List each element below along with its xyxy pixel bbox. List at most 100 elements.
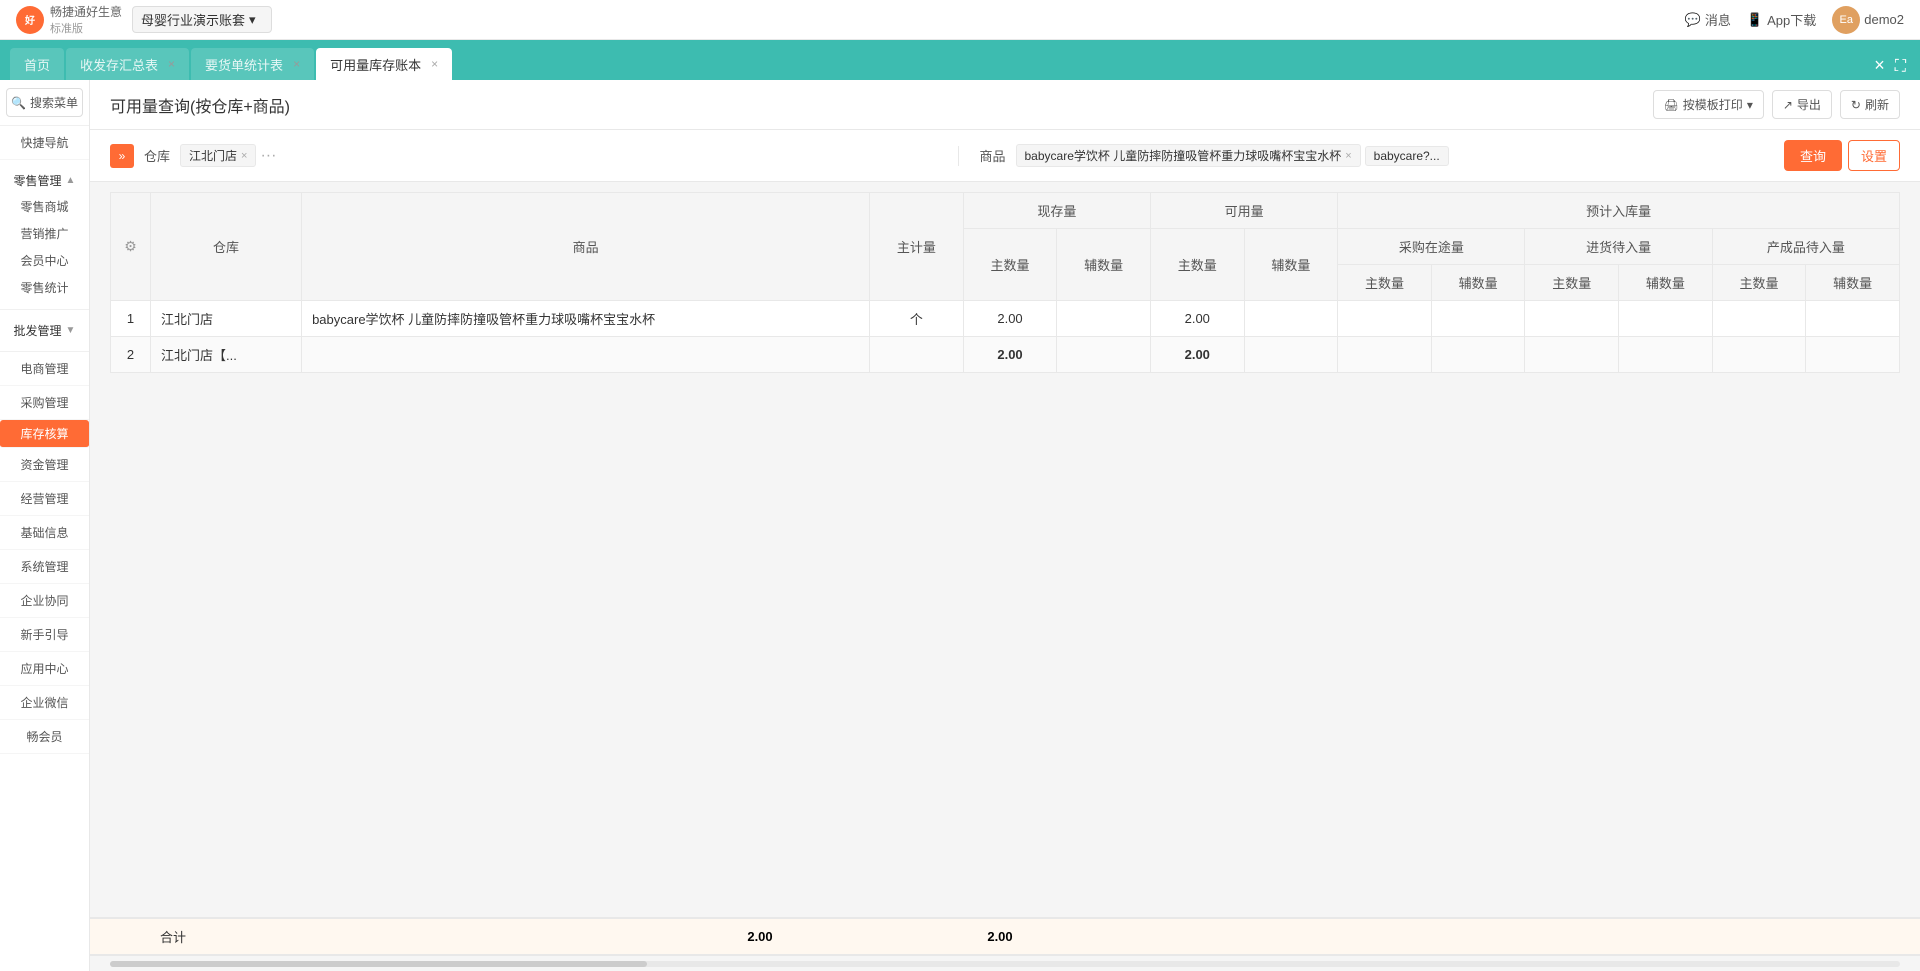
product-tag-1-remove[interactable]: × [1345,150,1351,162]
close-all-tabs-btn[interactable]: × [1870,51,1889,80]
avatar-initial: Ea [1840,14,1853,26]
row-2-index: 2 [111,337,151,373]
tab-available-inventory-close[interactable]: × [431,57,438,71]
app-download-label: App下载 [1767,10,1816,29]
row-1-index: 1 [111,301,151,337]
fullscreen-btn[interactable]: ⛶ [1891,54,1910,80]
message-btn[interactable]: 💬 消息 [1685,10,1731,29]
wholesale-label: 批发管理 [14,322,62,339]
dropdown-arrow: ▾ [249,12,256,28]
tab-order-stats-close[interactable]: × [293,57,300,71]
th-pending-main-qty: 主数量 [1525,265,1619,301]
sidebar-item-new-guide[interactable]: 新手引导 [0,618,89,652]
sidebar-item-operations[interactable]: 经营管理 [0,482,89,516]
filter-divider [958,146,959,166]
content-area: 可用量查询(按仓库+商品) 🖨 按模板打印 ▾ ↗ 导出 ↻ 刷新 » [90,80,1920,971]
print-template-btn[interactable]: 🖨 按模板打印 ▾ [1653,90,1764,119]
row-1-production-aux [1806,301,1900,337]
row-1-product: babycare学饮杯 儿童防摔防撞吸管杯重力球吸嘴杯宝宝水杯 [302,301,870,337]
column-settings-icon[interactable]: ⚙ [124,238,137,254]
product-tag-2[interactable]: babycare?... [1365,146,1449,166]
top-bar-left: 好 畅捷通好生意 标准版 母婴行业演示账套 ▾ [16,3,272,36]
sidebar-item-inventory[interactable]: 库存核算 [0,420,89,448]
table-container: ⚙ 仓库 商品 主计量 现存量 [90,182,1920,917]
sidebar-item-ecommerce[interactable]: 电商管理 [0,352,89,386]
retail-management-title[interactable]: 零售管理 ▲ [6,168,83,193]
sidebar-item-marketing[interactable]: 营销推广 [6,220,83,247]
filter-settings-btn[interactable]: 设置 [1848,140,1900,171]
th-purchase-transit-group: 采购在途量 [1338,229,1525,265]
app-download-btn[interactable]: 📱 App下载 [1747,10,1816,29]
sidebar-item-system[interactable]: 系统管理 [0,550,89,584]
print-icon: 🖨 [1664,98,1679,112]
th-current-stock-group: 现存量 [963,193,1150,229]
sidebar-item-enterprise-wechat[interactable]: 企业微信 [0,686,89,720]
product-tag-1-value: babycare学饮杯 儿童防摔防撞吸管杯重力球吸嘴杯宝宝水杯 [1025,147,1342,164]
product-tag-1[interactable]: babycare学饮杯 儿童防摔防撞吸管杯重力球吸嘴杯宝宝水杯 × [1016,144,1361,167]
data-table: ⚙ 仓库 商品 主计量 现存量 [110,192,1900,373]
th-settings: ⚙ [111,193,151,301]
row-1-purchase-main [1338,301,1432,337]
avatar: Ea [1832,6,1860,34]
refresh-icon: ↻ [1851,98,1861,112]
phone-icon: 📱 [1747,12,1763,28]
tab-receipt-summary-close[interactable]: × [168,57,175,71]
search-menu-btn[interactable]: 🔍 搜索菜单 [6,88,83,117]
sidebar-item-members[interactable]: 会员中心 [6,247,83,274]
product-filter-tags: babycare学饮杯 儿童防摔防撞吸管杯重力球吸嘴杯宝宝水杯 × babyca… [1016,144,1774,167]
sidebar-item-retail-stats[interactable]: 零售统计 [6,274,83,301]
refresh-label: 刷新 [1865,96,1889,113]
scrollbar-track[interactable] [110,961,1900,967]
th-main-unit: 主计量 [870,193,964,301]
wholesale-management-title[interactable]: 批发管理 ▼ [6,318,83,343]
sidebar-item-member-app[interactable]: 畅会员 [0,720,89,754]
retail-arrow-icon: ▲ [66,175,76,186]
tab-home[interactable]: 首页 [10,48,64,80]
sidebar-item-enterprise-collab[interactable]: 企业协同 [0,584,89,618]
tab-home-label: 首页 [24,55,50,74]
user-area[interactable]: Ea demo2 [1832,6,1904,34]
tab-order-stats[interactable]: 要货单统计表 × [191,48,314,80]
search-menu-label: 搜索菜单 [30,94,78,111]
row-2-current-aux [1057,337,1151,373]
th-available-aux-qty: 辅数量 [1244,229,1338,301]
warehouse-more-btn[interactable]: ··· [260,147,276,165]
th-pending-production-group: 产成品待入量 [1712,229,1899,265]
print-label: 按模板打印 [1683,96,1743,113]
tab-receipt-summary[interactable]: 收发存汇总表 × [66,48,189,80]
tab-available-inventory[interactable]: 可用量库存账本 × [316,48,452,80]
logo-text-area: 畅捷通好生意 标准版 [50,3,122,36]
row-2-production-aux [1806,337,1900,373]
export-btn[interactable]: ↗ 导出 [1772,90,1832,119]
refresh-btn[interactable]: ↻ 刷新 [1840,90,1900,119]
row-2-purchase-main [1338,337,1432,373]
warehouse-tag[interactable]: 江北门店 × [180,144,256,167]
row-1-available-aux [1244,301,1338,337]
sidebar-item-basic-info[interactable]: 基础信息 [0,516,89,550]
sidebar-item-quick-nav[interactable]: 快捷导航 [0,126,89,160]
row-2-unit [870,337,964,373]
logo-icon: 好 [16,6,44,34]
username: demo2 [1864,12,1904,27]
tab-receipt-summary-label: 收发存汇总表 [80,55,158,74]
th-purchase-aux-qty: 辅数量 [1431,265,1525,301]
th-production-main-qty: 主数量 [1712,265,1806,301]
row-2-purchase-aux [1431,337,1525,373]
sidebar-item-app-center[interactable]: 应用中心 [0,652,89,686]
sidebar-item-finance[interactable]: 资金管理 [0,448,89,482]
filter-expand-btn[interactable]: » [110,144,134,168]
th-pending-aux-qty: 辅数量 [1619,265,1713,301]
sidebar-item-purchase[interactable]: 采购管理 [0,386,89,420]
query-btn[interactable]: 查询 [1784,140,1842,171]
th-production-aux-qty: 辅数量 [1806,265,1900,301]
th-pending-purchase-group: 进货待入量 [1525,229,1712,265]
sidebar-item-retail-mall[interactable]: 零售商城 [6,193,83,220]
message-label: 消息 [1705,10,1731,29]
footer-total-label: 合计 [110,927,310,946]
warehouse-filter-tags: 江北门店 × ··· [180,144,938,167]
scrollbar-area [90,955,1920,971]
th-available-main-qty: 主数量 [1150,229,1244,301]
scrollbar-thumb[interactable] [110,961,647,967]
industry-selector[interactable]: 母婴行业演示账套 ▾ [132,6,272,33]
warehouse-tag-remove[interactable]: × [241,150,247,162]
